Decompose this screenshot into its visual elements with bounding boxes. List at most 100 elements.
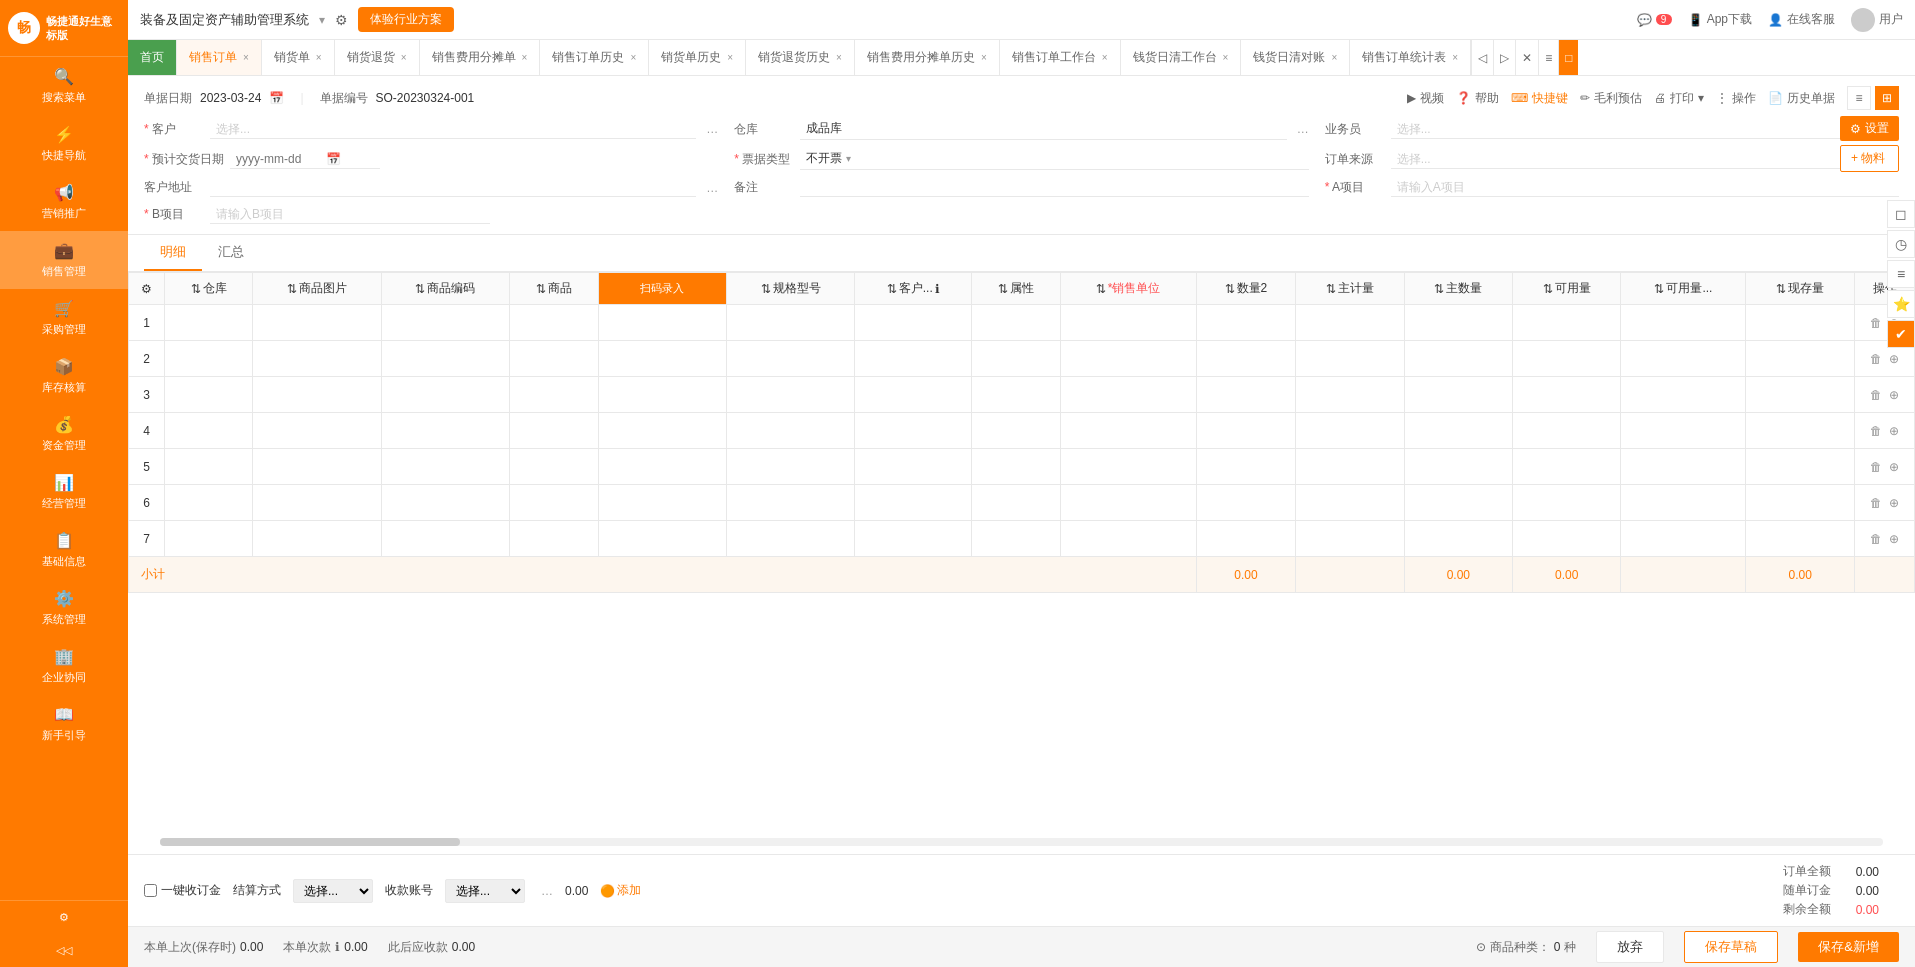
customer-input[interactable] [210,120,696,139]
remark-input[interactable] [800,178,1308,197]
solution-button[interactable]: 体验行业方案 [358,7,454,32]
row-6-unit[interactable] [1060,485,1196,521]
discard-button[interactable]: 放弃 [1596,931,1664,963]
row-3-customer-code[interactable] [855,377,972,413]
row-6-main-unit[interactable] [1296,485,1404,521]
row-5-attribute[interactable] [972,449,1060,485]
tab-sales-order[interactable]: 销售订单 × [177,40,262,76]
row-4-code[interactable] [381,413,509,449]
row-3-available[interactable] [1513,377,1621,413]
row-5-customer-code[interactable] [855,449,972,485]
row-4-main-unit[interactable] [1296,413,1404,449]
grid-view-btn[interactable]: ⊞ [1875,86,1899,110]
sort-icon[interactable]: ⇅ [287,282,297,296]
row-7-copy-icon[interactable]: ⊕ [1889,532,1899,546]
row-7-warehouse[interactable] [165,521,253,557]
rq-btn-3[interactable]: ≡ [1887,260,1915,288]
address-more-icon[interactable]: … [706,181,718,195]
row-3-name[interactable] [510,377,598,413]
sidebar-item-finance[interactable]: 💰 资金管理 [0,405,128,463]
row-2-qty2[interactable] [1196,341,1296,377]
scan-btn[interactable]: 扫码录入 [632,279,692,298]
date-cal-icon[interactable]: 📅 [326,152,341,166]
row-6-stock[interactable] [1746,485,1855,521]
row-7-attribute[interactable] [972,521,1060,557]
sidebar-item-sales[interactable]: 💼 销售管理 [0,231,128,289]
sort-icon[interactable]: ⇅ [887,282,897,296]
row-2-main-unit[interactable] [1296,341,1404,377]
receipt-more-icon[interactable]: … [541,884,553,898]
tab-close-reconcile[interactable]: × [1331,52,1337,63]
a-project-input[interactable] [1391,178,1899,197]
row-5-available2[interactable] [1621,449,1746,485]
row-3-attribute[interactable] [972,377,1060,413]
row-1-main-qty[interactable] [1404,305,1512,341]
sort-icon[interactable]: ⇅ [1776,282,1786,296]
gear-button[interactable]: ⚙ [335,12,348,28]
rq-btn-5[interactable]: ✔ [1887,320,1915,348]
row-2-stock[interactable] [1746,341,1855,377]
row-5-copy-icon[interactable]: ⊕ [1889,460,1899,474]
row-5-main-qty[interactable] [1404,449,1512,485]
tab-close-order-workbench[interactable]: × [1102,52,1108,63]
row-1-qty2[interactable] [1196,305,1296,341]
row-4-unit[interactable] [1060,413,1196,449]
profit-btn[interactable]: ✏ 毛利预估 [1580,90,1642,107]
row-3-main-unit[interactable] [1296,377,1404,413]
shortcut-btn[interactable]: ⌨ 快捷键 [1511,90,1568,107]
row-5-delete-icon[interactable]: 🗑 [1870,460,1882,474]
sort-icon[interactable]: ⇅ [191,282,201,296]
row-6-attribute[interactable] [972,485,1060,521]
row-7-main-qty[interactable] [1404,521,1512,557]
delivery-date-input[interactable]: 📅 [230,150,380,169]
row-1-unit[interactable] [1060,305,1196,341]
one-click-deposit-checkbox[interactable] [144,884,157,897]
tab-sales-history[interactable]: 销售订单历史 × [540,40,649,76]
tab-close-fee-history[interactable]: × [981,52,987,63]
row-7-unit[interactable] [1060,521,1196,557]
tab-close-sales-goods[interactable]: × [316,52,322,63]
row-7-available2[interactable] [1621,521,1746,557]
b-project-input[interactable] [210,205,490,224]
tab-nav-prev[interactable]: ◁ [1471,40,1493,76]
row-6-warehouse[interactable] [165,485,253,521]
sort-icon[interactable]: ⇅ [415,282,425,296]
user-menu-btn[interactable]: 用户 [1851,8,1903,32]
row-3-stock[interactable] [1746,377,1855,413]
row-3-delete-icon[interactable]: 🗑 [1870,388,1882,402]
row-1-stock[interactable] [1746,305,1855,341]
tab-sales-return[interactable]: 销货退货 × [335,40,420,76]
row-4-available[interactable] [1513,413,1621,449]
tab-close-return-history[interactable]: × [836,52,842,63]
sidebar-item-marketing[interactable]: 📢 营销推广 [0,173,128,231]
customer-more-icon[interactable]: … [706,122,718,136]
payment-method-select[interactable]: 选择... [293,879,373,903]
calendar-icon[interactable]: 📅 [269,91,284,105]
row-6-qty2[interactable] [1196,485,1296,521]
code-value[interactable]: SO-20230324-001 [376,91,475,105]
app-download-btn[interactable]: 📱 App下载 [1688,11,1752,28]
horizontal-scrollbar[interactable] [160,838,1883,846]
help-btn[interactable]: ❓ 帮助 [1456,90,1499,107]
sort-icon[interactable]: ⇅ [998,282,1008,296]
date-value[interactable]: 2023-03-24 [200,91,261,105]
save-draft-button[interactable]: 保存草稿 [1684,931,1778,963]
row-1-name[interactable] [510,305,598,341]
row-5-unit[interactable] [1060,449,1196,485]
save-new-button[interactable]: 保存&新增 [1798,932,1899,962]
tab-home[interactable]: 首页 [128,40,177,76]
sort-icon[interactable]: ⇅ [1096,282,1106,296]
rq-btn-1[interactable]: ◻ [1887,200,1915,228]
row-6-main-qty[interactable] [1404,485,1512,521]
row-4-stock[interactable] [1746,413,1855,449]
online-service-btn[interactable]: 👤 在线客服 [1768,11,1835,28]
warehouse-more-icon[interactable]: … [1297,122,1309,136]
sidebar-item-inventory[interactable]: 📦 库存核算 [0,347,128,405]
tab-goods-history[interactable]: 销货单历史 × [649,40,746,76]
row-1-delete-icon[interactable]: 🗑 [1870,316,1882,330]
tab-close-statistics[interactable]: × [1452,52,1458,63]
row-2-copy-icon[interactable]: ⊕ [1889,352,1899,366]
row-2-spec[interactable] [726,341,854,377]
row-6-spec[interactable] [726,485,854,521]
tab-return-history[interactable]: 销货退货历史 × [746,40,855,76]
